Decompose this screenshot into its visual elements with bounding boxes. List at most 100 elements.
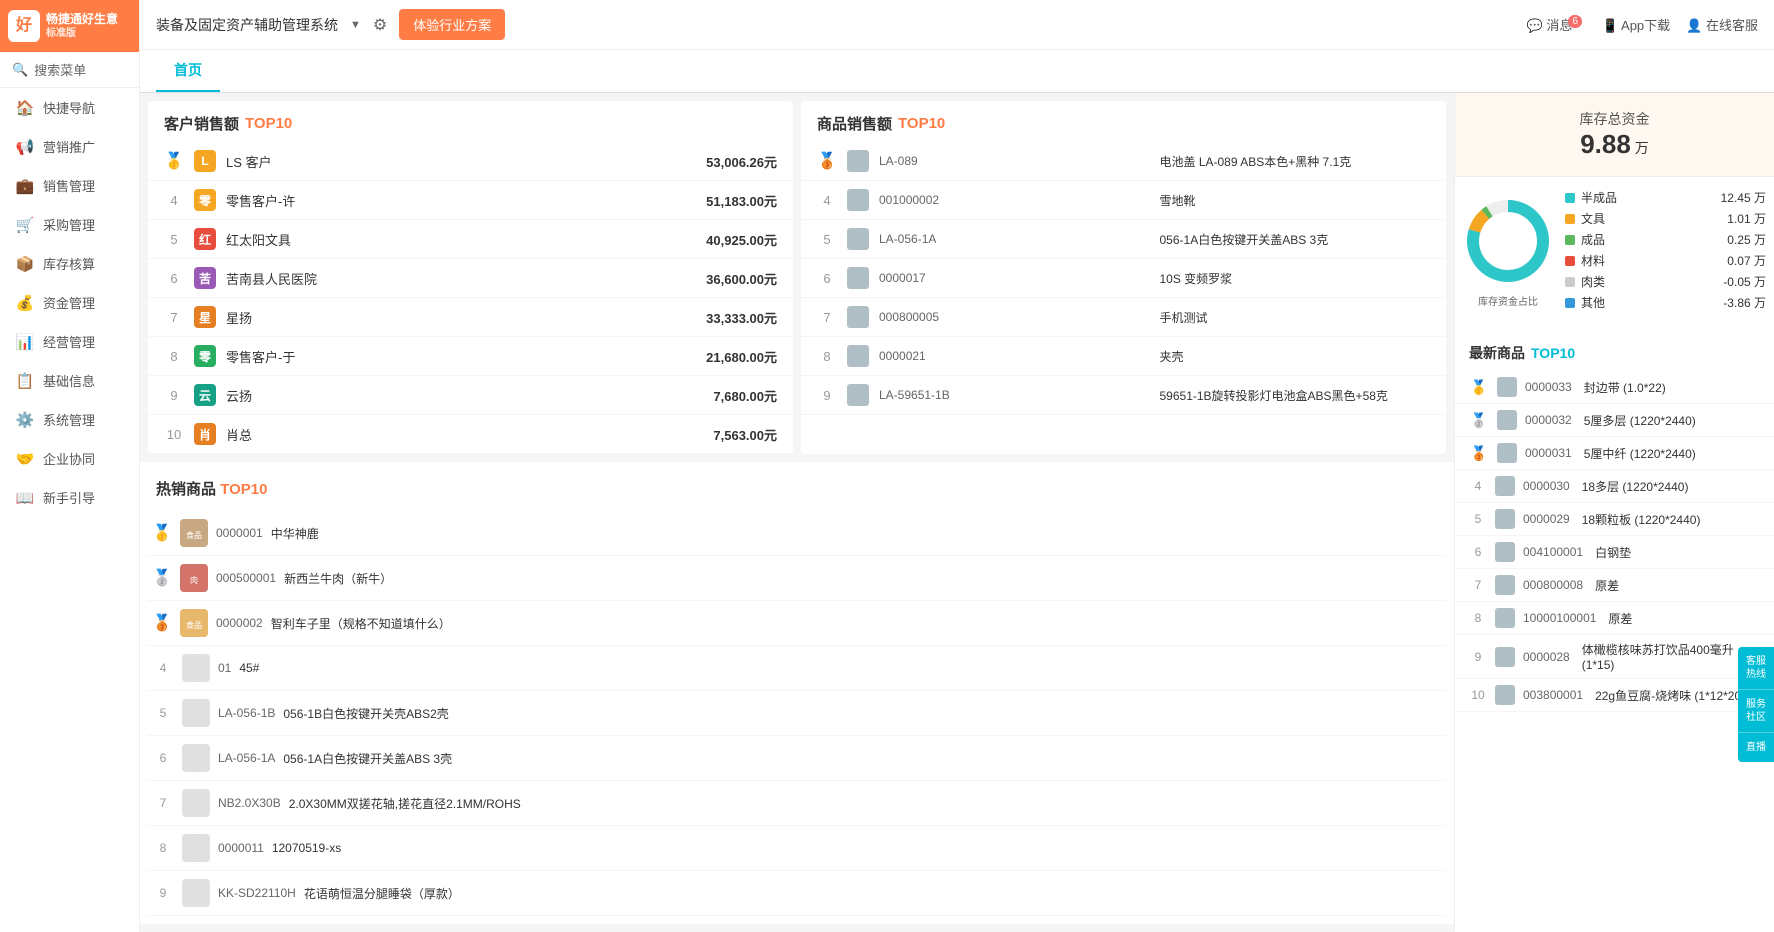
medal-icon: 🥉: [1469, 445, 1489, 462]
rank-name: 云扬: [226, 386, 703, 405]
system-dropdown-icon[interactable]: ▼: [350, 19, 361, 31]
product-thumbnail: [182, 744, 210, 772]
sidebar-item-guide[interactable]: 📖 新手引导: [0, 478, 139, 517]
product-sales-top-label: TOP10: [898, 115, 945, 132]
product-code: 0000011: [218, 841, 264, 855]
list-item: 9 KK-SD22110H 花语萌恒温分腿睡袋（厚款）: [148, 871, 1446, 916]
product-thumbnail: 食品: [180, 519, 208, 547]
tab-home[interactable]: 首页: [156, 50, 220, 92]
table-row: 4 零 零售客户-许 51,183.00元: [148, 181, 793, 220]
nav-icon-guide: 📖: [15, 489, 35, 507]
product-code: 001000002: [879, 193, 1150, 207]
rank-num: 9: [164, 388, 184, 403]
rank-amount: 7,680.00元: [713, 386, 777, 405]
content: 客户销售额 TOP10 🥇 L LS 客户 53,006.26元: [140, 93, 1774, 932]
sidebar-item-operations[interactable]: 📊 经营管理: [0, 322, 139, 361]
product-name: 花语萌恒温分腿睡袋（厚款）: [304, 885, 1442, 902]
medal-gold-icon2: 🥇: [152, 523, 172, 543]
product-name: 59651-1B旋转投影灯电池盒ABS黑色+58克: [1160, 387, 1431, 404]
rank-amount: 53,006.26元: [706, 152, 777, 171]
app-download-link[interactable]: 📱 App下载: [1602, 15, 1670, 34]
nav-icon-finance: 💰: [15, 294, 35, 312]
legend-value: -0.05 万: [1723, 273, 1766, 290]
legend-name: 其他: [1581, 294, 1717, 311]
topbar-actions: 💬 消息6 📱 App下载 👤 在线客服: [1527, 15, 1758, 34]
sidebar-item-collab[interactable]: 🤝 企业协同: [0, 439, 139, 478]
online-service-link[interactable]: 👤 在线客服: [1686, 15, 1758, 34]
sidebar-item-finance[interactable]: 💰 资金管理: [0, 283, 139, 322]
top-two-col: 客户销售额 TOP10 🥇 L LS 客户 53,006.26元: [140, 93, 1454, 462]
legend-name: 成品: [1581, 231, 1721, 248]
sidebar-item-basic-info[interactable]: 📋 基础信息: [0, 361, 139, 400]
product-sales-title: 商品销售额: [817, 113, 892, 134]
nav-label-basic: 基础信息: [43, 371, 95, 390]
sidebar-item-system[interactable]: ⚙️ 系统管理: [0, 400, 139, 439]
product-code: 10000100001: [1523, 611, 1596, 625]
customer-sales-header: 客户销售额 TOP10: [148, 101, 793, 142]
customer-sales-top-label: TOP10: [245, 115, 292, 132]
sidebar-search[interactable]: 🔍 搜索菜单: [0, 52, 139, 88]
product-code: 0000030: [1523, 479, 1570, 493]
sidebar-item-sales[interactable]: 💼 销售管理: [0, 166, 139, 205]
nav-label-finance: 资金管理: [43, 293, 95, 312]
product-name: 18颗粒板 (1220*2440): [1582, 511, 1760, 528]
nav-icon-sales: 💼: [15, 177, 35, 195]
sidebar-item-quick-nav[interactable]: 🏠 快捷导航: [0, 88, 139, 127]
list-item: 9 0000028 体橄榄核味苏打饮品400毫升 (1*15): [1455, 635, 1774, 679]
rank-num: 5: [1469, 512, 1487, 526]
legend-color-dot: [1565, 256, 1575, 266]
list-item: 10 003800001 22g鱼豆腐-烧烤味 (1*12*20): [1455, 679, 1774, 712]
nav-label-marketing: 营销推广: [43, 137, 95, 156]
rank-badge: 红: [194, 228, 216, 250]
legend-list: 半成品 12.45 万 文具 1.01 万 成品 0.25 万: [1565, 189, 1766, 315]
legend-item: 其他 -3.86 万: [1565, 294, 1766, 311]
product-name: 原差: [1608, 610, 1760, 627]
product-name: 新西兰牛肉（新牛）: [284, 570, 1442, 587]
product-code: 000800005: [879, 310, 1150, 324]
list-item: 6 LA-056-1A 056-1A白色按键开关盖ABS 3壳: [148, 736, 1446, 781]
product-name: 2.0X30MM双搓花轴,搓花直径2.1MM/ROHS: [289, 795, 1442, 812]
table-row: 9 LA-59651-1B 59651-1B旋转投影灯电池盒ABS黑色+58克: [801, 376, 1446, 415]
product-img: [847, 189, 869, 211]
list-item: 4 01 45#: [148, 646, 1446, 691]
list-item: 7 000800008 原差: [1455, 569, 1774, 602]
customer-sales-table: 🥇 L LS 客户 53,006.26元 4 零 零售客户-许 51,183.0…: [148, 142, 793, 454]
product-img: [847, 306, 869, 328]
product-code: 0000017: [879, 271, 1150, 285]
donut-chart-wrap: 库存资金占比: [1463, 196, 1553, 308]
message-area[interactable]: 💬 消息6: [1527, 15, 1586, 34]
rank-num: 4: [164, 193, 184, 208]
search-icon: 🔍: [12, 62, 28, 78]
rank-name: 星扬: [226, 308, 696, 327]
rank-name: 苦南县人民医院: [226, 269, 696, 288]
rank-num: 7: [164, 310, 184, 325]
product-img: [1495, 476, 1515, 496]
nav-icon-system: ⚙️: [15, 411, 35, 429]
service-community-button[interactable]: 服务 社区: [1738, 690, 1774, 733]
experience-button[interactable]: 体验行业方案: [399, 9, 505, 40]
settings-icon[interactable]: ⚙: [373, 15, 387, 35]
sidebar-item-inventory[interactable]: 📦 库存核算: [0, 244, 139, 283]
nav-label-system: 系统管理: [43, 410, 95, 429]
product-code: 0000033: [1525, 380, 1572, 394]
sidebar-item-marketing[interactable]: 📢 营销推广: [0, 127, 139, 166]
product-code: NB2.0X30B: [218, 796, 281, 810]
nav-label-ops: 经营管理: [43, 332, 95, 351]
product-sales-header: 商品销售额 TOP10: [801, 101, 1446, 142]
new-products-section: 最新商品 TOP10 🥇 0000033 封边带 (1.0*22) 🥈 0000…: [1455, 327, 1774, 720]
rank-num: 5: [817, 232, 837, 247]
customer-service-button[interactable]: 客服 热线: [1738, 647, 1774, 690]
product-code: 0000031: [1525, 446, 1572, 460]
sidebar-item-purchase[interactable]: 🛒 采购管理: [0, 205, 139, 244]
hot-products-section: 热销商品 TOP10 🥇 食品 0000001 中华神鹿 🥈: [140, 462, 1454, 924]
product-name: 手机测试: [1160, 309, 1431, 326]
livestream-button[interactable]: 直播: [1738, 733, 1774, 762]
product-name: 22g鱼豆腐-烧烤味 (1*12*20): [1595, 687, 1760, 704]
medal-silver-icon2: 🥈: [152, 568, 172, 588]
legend-color-dot: [1565, 214, 1575, 224]
nav-icon-ops: 📊: [15, 333, 35, 351]
list-item: 🥉 0000031 5厘中纤 (1220*2440): [1455, 437, 1774, 470]
list-item: 4 0000030 18多层 (1220*2440): [1455, 470, 1774, 503]
online-service-label: 在线客服: [1706, 18, 1758, 33]
nav-icon-inventory: 📦: [15, 255, 35, 273]
